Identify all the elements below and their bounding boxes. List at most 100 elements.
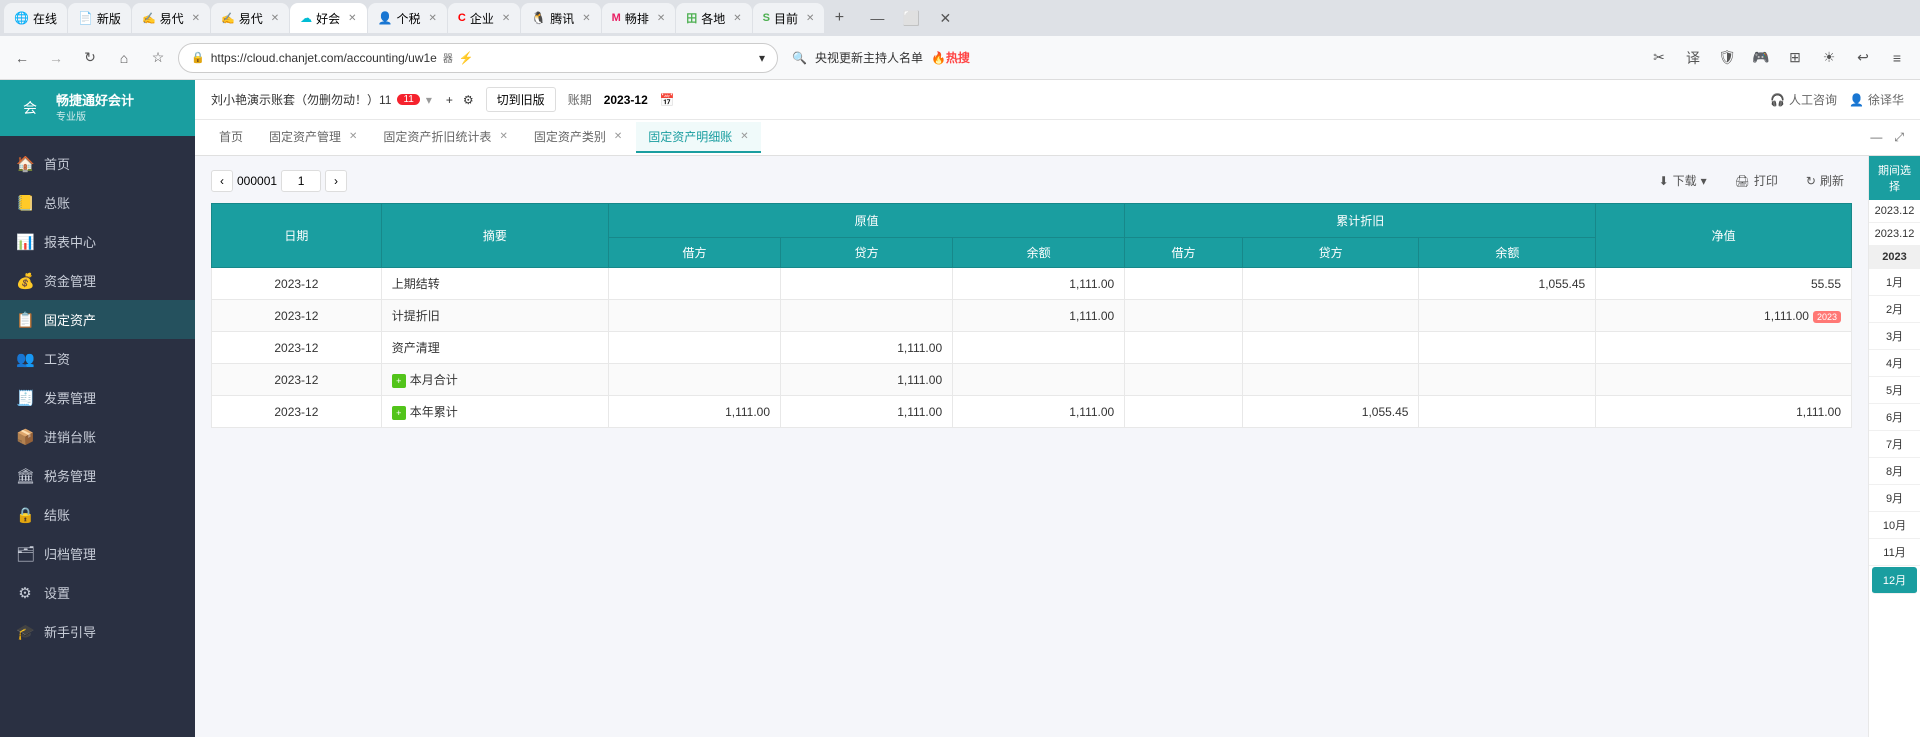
user-profile-button[interactable]: 👤 徐译华 <box>1849 91 1904 108</box>
reload-button[interactable]: ↻ <box>76 44 104 72</box>
period-item[interactable]: 11月 <box>1869 539 1920 566</box>
headset-icon: 🎧 <box>1770 93 1785 107</box>
next-page-button[interactable]: › <box>325 170 347 192</box>
calendar-icon[interactable]: 📅 <box>660 93 675 107</box>
browser-tab-3[interactable]: ✍ 易代 ✕ <box>211 3 289 33</box>
browser-tab-2[interactable]: ✍ 易代 ✕ <box>132 3 210 33</box>
dropdown-icon[interactable]: ▾ <box>759 51 765 65</box>
period-item[interactable]: 12月 <box>1872 567 1917 594</box>
sidebar-item-settle[interactable]: 🔒 结账 <box>0 495 195 534</box>
sidebar-item-funds[interactable]: 💰 资金管理 <box>0 261 195 300</box>
tab-close-6[interactable]: ✕ <box>502 13 510 24</box>
browser-tab-7[interactable]: 🐧 腾讯 ✕ <box>521 3 600 33</box>
new-tab-button[interactable]: + <box>825 4 853 32</box>
pagination-right: ⬇ 下载 ▾ 🖨 打印 ↻ 刷新 <box>1651 168 1852 193</box>
switch-version-button[interactable]: 切到旧版 <box>486 87 556 112</box>
close-button[interactable]: ✕ <box>930 3 960 33</box>
minimize-button[interactable]: — <box>862 3 892 33</box>
period-item[interactable]: 9月 <box>1869 485 1920 512</box>
tab-depreciation-stats[interactable]: 固定资产折旧统计表 ✕ <box>371 122 519 153</box>
tab-asset-detail-close[interactable]: ✕ <box>740 131 748 142</box>
period-item[interactable]: 2月 <box>1869 296 1920 323</box>
translate-icon[interactable]: 译 <box>1678 43 1708 73</box>
search-text: 央视更新主持人名单 <box>815 49 923 66</box>
brightness-icon[interactable]: ☀ <box>1814 43 1844 73</box>
browser-tab-10[interactable]: S 目前 ✕ <box>753 3 825 33</box>
tab-home[interactable]: 首页 <box>207 122 255 153</box>
settings-small-icon[interactable]: ⚙ <box>463 93 474 107</box>
invoice-icon: 🧾 <box>16 389 34 407</box>
grid-icon[interactable]: ⊞ <box>1780 43 1810 73</box>
browser-tab-4[interactable]: ☁ 好会 ✕ <box>290 3 366 33</box>
sidebar-item-ledger[interactable]: 📒 总账 <box>0 183 195 222</box>
sidebar-item-guide[interactable]: 🎓 新手引导 <box>0 612 195 651</box>
sidebar-item-assets[interactable]: 📋 固定资产 <box>0 300 195 339</box>
tab-asset-management-close[interactable]: ✕ <box>349 131 357 142</box>
support-button[interactable]: 🎧 人工咨询 <box>1770 91 1837 108</box>
tab-close-10[interactable]: ✕ <box>806 13 814 24</box>
period-item[interactable]: 10月 <box>1869 512 1920 539</box>
prev-page-button[interactable]: ‹ <box>211 170 233 192</box>
undo-icon[interactable]: ↩ <box>1848 43 1878 73</box>
tab-depreciation-stats-close[interactable]: ✕ <box>499 131 507 142</box>
tab-asset-category-close[interactable]: ✕ <box>614 131 622 142</box>
tab-close-2[interactable]: ✕ <box>192 13 200 24</box>
tab-close-5[interactable]: ✕ <box>429 13 437 24</box>
sidebar-item-reports[interactable]: 📊 报表中心 <box>0 222 195 261</box>
tab-close-9[interactable]: ✕ <box>733 13 741 24</box>
sidebar-item-settings[interactable]: ⚙ 设置 <box>0 573 195 612</box>
period-item[interactable]: 2023.12 <box>1869 200 1920 223</box>
browser-tab-1[interactable]: 📄 新版 <box>68 3 131 33</box>
cell-net <box>1596 332 1852 364</box>
browser-tab-6[interactable]: C 企业 ✕ <box>448 3 520 33</box>
sidebar: 会 畅捷通好会计 专业版 🏠 首页 📒 总账 📊 报表中心 💰 资金管理 <box>0 80 195 737</box>
forward-button[interactable]: → <box>42 44 70 72</box>
cell-dep-balance <box>1419 332 1596 364</box>
period-item[interactable]: 1月 <box>1869 269 1920 296</box>
tab-close-7[interactable]: ✕ <box>582 13 590 24</box>
add-button[interactable]: + <box>446 93 453 107</box>
period-item[interactable]: 2023 <box>1869 246 1920 269</box>
maximize-button[interactable]: ⬜ <box>896 3 926 33</box>
sidebar-label-salary: 工资 <box>44 349 70 368</box>
period-item[interactable]: 7月 <box>1869 431 1920 458</box>
cell-orig-credit: 1,111.00 <box>781 332 953 364</box>
period-item[interactable]: 5月 <box>1869 377 1920 404</box>
sidebar-item-archive[interactable]: 🗂 归档管理 <box>0 534 195 573</box>
refresh-button[interactable]: ↻ 刷新 <box>1798 168 1852 193</box>
bookmark-button[interactable]: ☆ <box>144 44 172 72</box>
page-number-input[interactable] <box>281 170 321 192</box>
sidebar-item-stock[interactable]: 📦 进销台账 <box>0 417 195 456</box>
period-item[interactable]: 3月 <box>1869 323 1920 350</box>
gamepad-icon[interactable]: 🎮 <box>1746 43 1776 73</box>
tab-expand-icon[interactable]: ⤢ <box>1890 130 1908 145</box>
period-item[interactable]: 2023.12 <box>1869 223 1920 246</box>
browser-tab-9[interactable]: 田 各地 ✕ <box>676 3 751 33</box>
sidebar-item-home[interactable]: 🏠 首页 <box>0 144 195 183</box>
menu-icon[interactable]: ≡ <box>1882 43 1912 73</box>
browser-tab-0[interactable]: 🌐 在线 <box>4 3 67 33</box>
browser-tab-5[interactable]: 👤 个税 ✕ <box>368 3 447 33</box>
tab-minimize-icon[interactable]: — <box>1866 130 1886 145</box>
tab-asset-management[interactable]: 固定资产管理 ✕ <box>257 122 369 153</box>
tab-asset-detail[interactable]: 固定资产明细账 ✕ <box>636 122 760 153</box>
period-item[interactable]: 4月 <box>1869 350 1920 377</box>
browser-tab-8[interactable]: M 畅排 ✕ <box>602 3 676 33</box>
sidebar-item-invoice[interactable]: 🧾 发票管理 <box>0 378 195 417</box>
sidebar-item-tax[interactable]: 🏛 税务管理 <box>0 456 195 495</box>
home-button[interactable]: ⌂ <box>110 44 138 72</box>
print-button[interactable]: 🖨 打印 <box>1727 168 1786 193</box>
tab-asset-category[interactable]: 固定资产类别 ✕ <box>522 122 634 153</box>
download-button[interactable]: ⬇ 下载 ▾ <box>1651 168 1715 193</box>
tab-close-3[interactable]: ✕ <box>271 13 279 24</box>
shield-icon[interactable]: 🛡 <box>1712 43 1742 73</box>
back-button[interactable]: ← <box>8 44 36 72</box>
tab-close-8[interactable]: ✕ <box>657 13 665 24</box>
period-item[interactable]: 6月 <box>1869 404 1920 431</box>
url-box[interactable]: 🔒 https://cloud.chanjet.com/accounting/u… <box>178 43 778 73</box>
tab-close-4[interactable]: ✕ <box>348 13 356 24</box>
period-item[interactable]: 8月 <box>1869 458 1920 485</box>
cut-icon[interactable]: ✂ <box>1644 43 1674 73</box>
sidebar-item-salary[interactable]: 👥 工资 <box>0 339 195 378</box>
cell-orig-credit <box>781 300 953 332</box>
